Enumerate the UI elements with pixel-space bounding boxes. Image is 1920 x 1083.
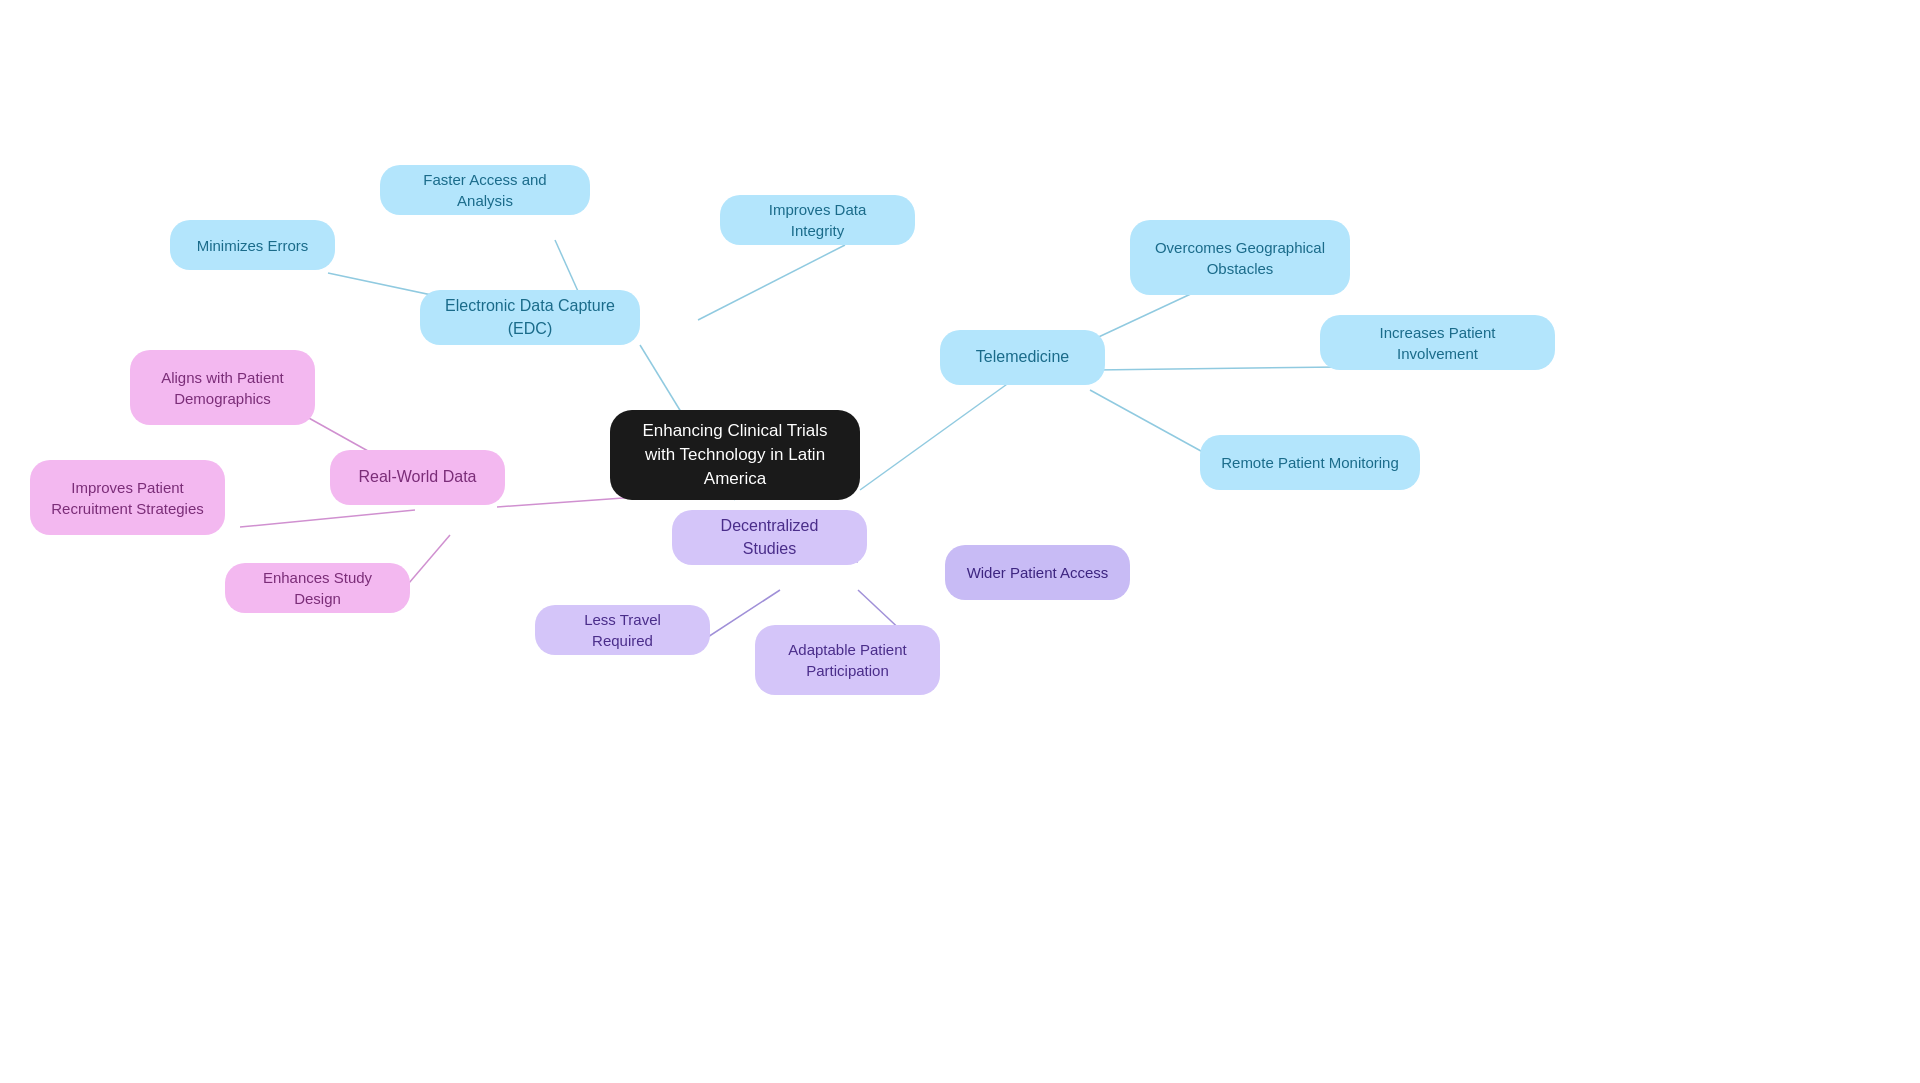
edc-node: Electronic Data Capture (EDC) bbox=[420, 290, 640, 345]
real-world-data-node: Real-World Data bbox=[330, 450, 505, 505]
wider-access-node: Wider Patient Access bbox=[945, 545, 1130, 600]
enhances-study-node: Enhances Study Design bbox=[225, 563, 410, 613]
faster-node: Faster Access and Analysis bbox=[380, 165, 590, 215]
svg-line-6 bbox=[1095, 367, 1340, 370]
decentralized-studies-node: Decentralized Studies bbox=[672, 510, 867, 565]
data-integrity-node: Improves Data Integrity bbox=[720, 195, 915, 245]
minimizes-node: Minimizes Errors bbox=[170, 220, 335, 270]
remote-monitoring-node: Remote Patient Monitoring bbox=[1200, 435, 1420, 490]
telemedicine-node: Telemedicine bbox=[940, 330, 1105, 385]
patient-involvement-node: Increases Patient Involvement bbox=[1320, 315, 1555, 370]
aligns-node: Aligns with Patient Demographics bbox=[130, 350, 315, 425]
improves-recruitment-node: Improves Patient Recruitment Strategies bbox=[30, 460, 225, 535]
geo-obstacles-node: Overcomes Geographical Obstacles bbox=[1130, 220, 1350, 295]
svg-line-3 bbox=[698, 245, 845, 320]
adaptable-participation-node: Adaptable Patient Participation bbox=[755, 625, 940, 695]
less-travel-node: Less Travel Required bbox=[535, 605, 710, 655]
svg-line-4 bbox=[860, 382, 1010, 490]
svg-line-11 bbox=[403, 535, 450, 590]
svg-line-10 bbox=[240, 510, 415, 527]
center-node: Enhancing Clinical Trials with Technolog… bbox=[610, 410, 860, 500]
